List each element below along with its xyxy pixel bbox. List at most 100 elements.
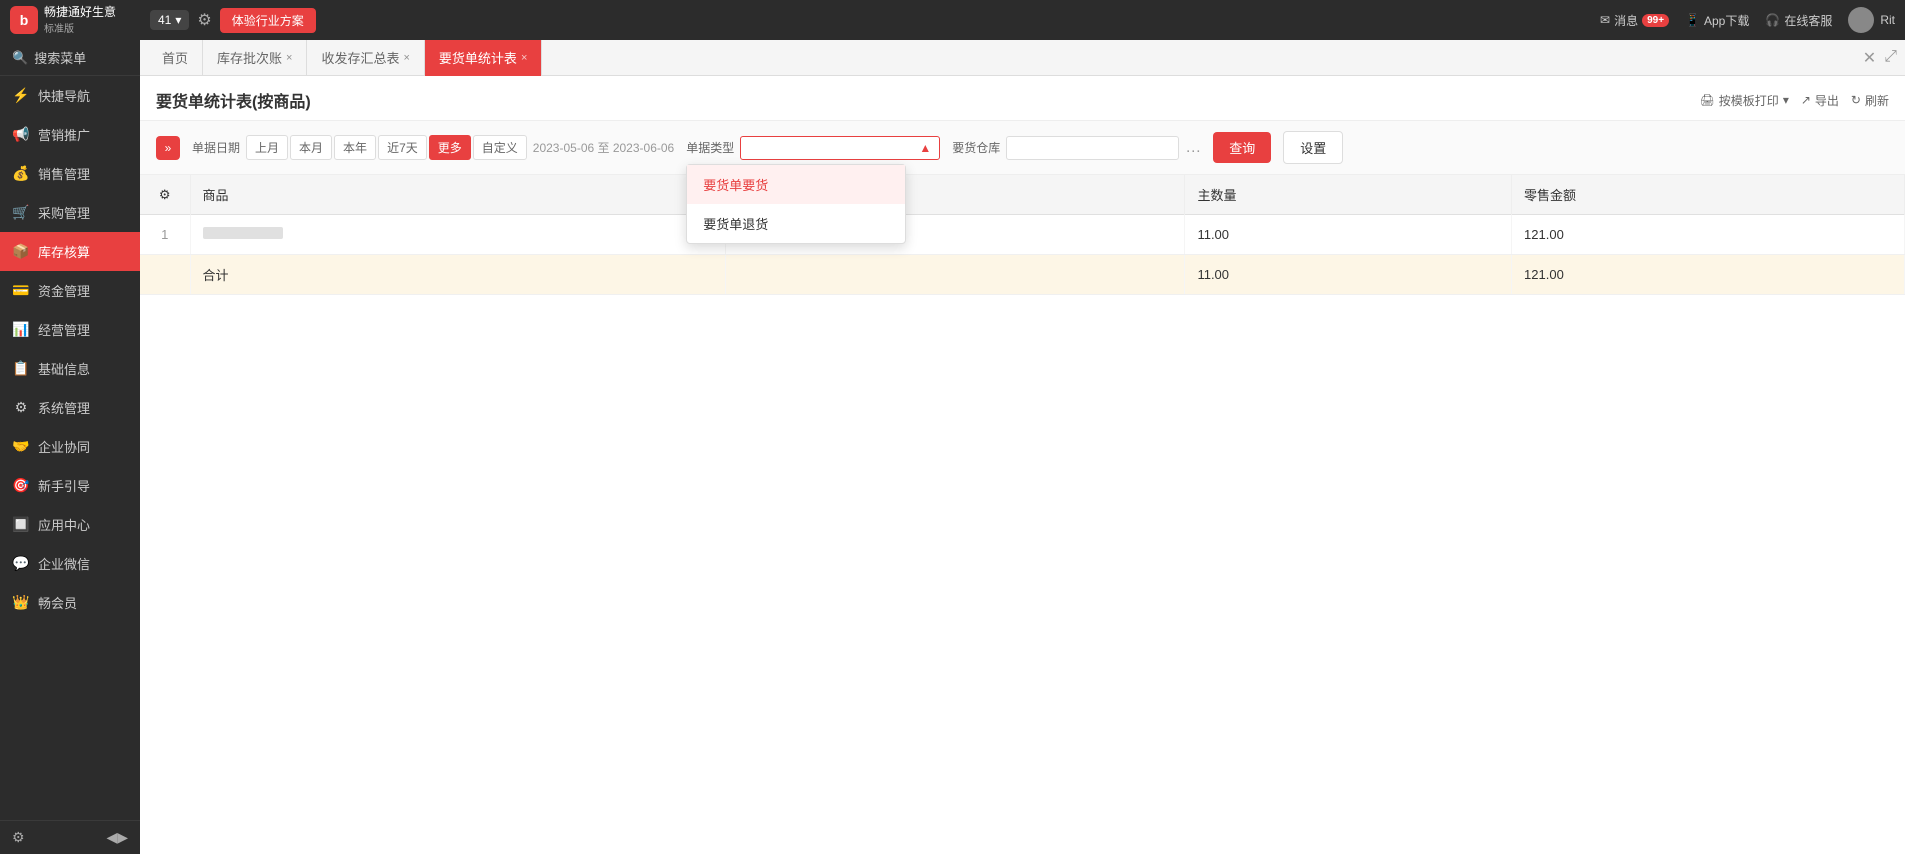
tab-label: 要货单统计表	[439, 48, 517, 67]
user-info[interactable]: Rit	[1848, 7, 1895, 33]
table-col-settings[interactable]: ⚙	[140, 175, 190, 215]
top-header: b 畅捷通好生意 标准版 41 ▾ ⚙ 体验行业方案 ✉ 消息 99+ 📱 Ap…	[0, 0, 1905, 40]
collab-icon: 🤝	[12, 438, 30, 456]
sidebar-item-operation[interactable]: 📊 经营管理	[0, 310, 140, 349]
wechat-icon: 💬	[12, 555, 30, 573]
date-btn-week[interactable]: 近7天	[378, 135, 427, 160]
refresh-button[interactable]: ↻ 刷新	[1851, 92, 1889, 109]
tab-bar: 首页 库存批次账 × 收发存汇总表 × 要货单统计表 × ✕ ⤢	[140, 40, 1905, 76]
page-content: 要货单统计表(按商品) 🖨 按模板打印 ▾ ↗ 导出 ↻ 刷新	[140, 76, 1905, 854]
header-middle: 41 ▾ ⚙ 体验行业方案	[150, 8, 1600, 33]
sidebar-item-guide[interactable]: 🎯 新手引导	[0, 466, 140, 505]
message-button[interactable]: ✉ 消息 99+	[1600, 12, 1669, 29]
chevron-down-icon: ▾	[175, 13, 181, 27]
tab-close-icon[interactable]: ×	[403, 52, 409, 64]
service-icon: 🎧	[1765, 13, 1780, 27]
filter-bar: » 单据日期 上月 本月 本年 近7天 更多 自定义 2023-05-06 至 …	[140, 121, 1905, 175]
date-btn-current[interactable]: 本月	[290, 135, 332, 160]
online-service-button[interactable]: 🎧 在线客服	[1765, 12, 1832, 29]
sidebar-item-label: 基础信息	[38, 359, 90, 378]
sidebar-item-wechat[interactable]: 💬 企业微信	[0, 544, 140, 583]
type-select[interactable]: ▲	[740, 136, 940, 160]
logo-area: b 畅捷通好生意 标准版	[10, 5, 150, 34]
sidebar-item-label: 库存核算	[38, 242, 90, 261]
total-label: 合计	[190, 255, 726, 295]
sidebar-search[interactable]: 🔍 搜索菜单	[0, 40, 140, 76]
table-cell-quantity: 11.00	[1185, 215, 1512, 255]
user-name: Rit	[1880, 13, 1895, 27]
store-selector[interactable]: 41 ▾	[150, 10, 189, 30]
expand-window-icon[interactable]: ⤢	[1884, 48, 1897, 68]
tab-order-summary[interactable]: 要货单统计表 ×	[425, 40, 542, 76]
sidebar-item-label: 经营管理	[38, 320, 90, 339]
print-button[interactable]: 🖨 按模板打印 ▾	[1700, 92, 1789, 109]
export-button[interactable]: ↗ 导出	[1801, 92, 1839, 109]
date-btn-up[interactable]: 上月	[246, 135, 288, 160]
refresh-icon: ↻	[1851, 93, 1861, 107]
refresh-label: 刷新	[1865, 92, 1889, 109]
table-cell-amount: 121.00	[1512, 215, 1905, 255]
export-label: 导出	[1815, 92, 1839, 109]
tab-label: 库存批次账	[217, 48, 282, 67]
warehouse-filter-group: 要货仓库 …	[952, 136, 1201, 160]
app-download-button[interactable]: 📱 App下载	[1685, 12, 1749, 29]
sidebar-item-app-center[interactable]: 🔲 应用中心	[0, 505, 140, 544]
tab-recv-summary[interactable]: 收发存汇总表 ×	[307, 40, 424, 76]
sidebar-collapse-button[interactable]: ◀▶	[106, 829, 128, 846]
sidebar-item-system[interactable]: ⚙ 系统管理	[0, 388, 140, 427]
sidebar-item-label: 快捷导航	[38, 86, 90, 105]
query-button[interactable]: 查询	[1213, 132, 1271, 163]
type-filter-group: 单据类型 ▲ 要货单要货 要货单退货	[686, 136, 940, 160]
tab-inventory-batch[interactable]: 库存批次账 ×	[203, 40, 307, 76]
main-content: 首页 库存批次账 × 收发存汇总表 × 要货单统计表 × ✕ ⤢ 要货单统计表(…	[140, 40, 1905, 854]
table-header-row: ⚙ 商品 主计量单位 主数量 零售金额	[140, 175, 1905, 215]
message-label: 消息	[1614, 12, 1638, 29]
tab-home[interactable]: 首页	[148, 40, 203, 76]
sidebar-item-purchase[interactable]: 🛒 采购管理	[0, 193, 140, 232]
warehouse-input[interactable]	[1006, 136, 1179, 160]
print-label: 按模板打印	[1719, 92, 1779, 109]
dropdown-item-label: 要货单退货	[703, 217, 768, 232]
avatar	[1848, 7, 1874, 33]
total-amount: 121.00	[1512, 255, 1905, 295]
sidebar: 🔍 搜索菜单 ⚡ 快捷导航 📢 营销推广 💰 销售管理 🛒 采购管理 📦 库存核…	[0, 40, 140, 854]
trial-button[interactable]: 体验行业方案	[220, 8, 316, 33]
close-window-icon[interactable]: ✕	[1863, 48, 1876, 68]
filter-settings-button[interactable]: 设置	[1283, 131, 1343, 164]
search-icon: 🔍	[12, 50, 28, 66]
operation-icon: 📊	[12, 321, 30, 339]
sidebar-item-label: 畅会员	[38, 593, 77, 612]
app-name: 畅捷通好生意	[44, 5, 116, 19]
dropdown-item-order[interactable]: 要货单要货	[687, 165, 905, 204]
print-icon: 🖨	[1700, 93, 1715, 107]
date-btn-year[interactable]: 本年	[334, 135, 376, 160]
more-filters-icon[interactable]: …	[1185, 139, 1201, 157]
filter-expand-button[interactable]: »	[156, 136, 180, 160]
quick-nav-icon: ⚡	[12, 87, 30, 105]
sidebar-item-inventory[interactable]: 📦 库存核算	[0, 232, 140, 271]
guide-icon: 🎯	[12, 477, 30, 495]
gear-button[interactable]: ⚙	[197, 10, 211, 30]
sidebar-item-finance[interactable]: 💳 资金管理	[0, 271, 140, 310]
type-dropdown-menu: 要货单要货 要货单退货	[686, 164, 906, 244]
dropdown-item-return[interactable]: 要货单退货	[687, 204, 905, 243]
table-col-product: 商品	[190, 175, 726, 215]
sidebar-item-member[interactable]: 👑 畅会员	[0, 583, 140, 622]
date-btn-custom[interactable]: 自定义	[473, 135, 527, 160]
sidebar-item-label: 企业协同	[38, 437, 90, 456]
search-label: 搜索菜单	[34, 48, 86, 67]
table-container: ⚙ 商品 主计量单位 主数量 零售金额 1 块 11.00	[140, 175, 1905, 295]
app-logo-icon: b	[10, 6, 38, 34]
sidebar-item-collab[interactable]: 🤝 企业协同	[0, 427, 140, 466]
dropdown-item-label: 要货单要货	[703, 178, 768, 193]
type-select-chevron-icon: ▲	[919, 141, 931, 155]
sidebar-item-marketing[interactable]: 📢 营销推广	[0, 115, 140, 154]
sidebar-settings-button[interactable]: ⚙	[12, 829, 25, 846]
date-btn-more[interactable]: 更多	[429, 135, 471, 160]
page-actions: 🖨 按模板打印 ▾ ↗ 导出 ↻ 刷新	[1700, 92, 1889, 109]
tab-close-icon[interactable]: ×	[521, 52, 527, 64]
tab-close-icon[interactable]: ×	[286, 52, 292, 64]
sidebar-item-quick-nav[interactable]: ⚡ 快捷导航	[0, 76, 140, 115]
sidebar-item-basic[interactable]: 📋 基础信息	[0, 349, 140, 388]
sidebar-item-sales[interactable]: 💰 销售管理	[0, 154, 140, 193]
